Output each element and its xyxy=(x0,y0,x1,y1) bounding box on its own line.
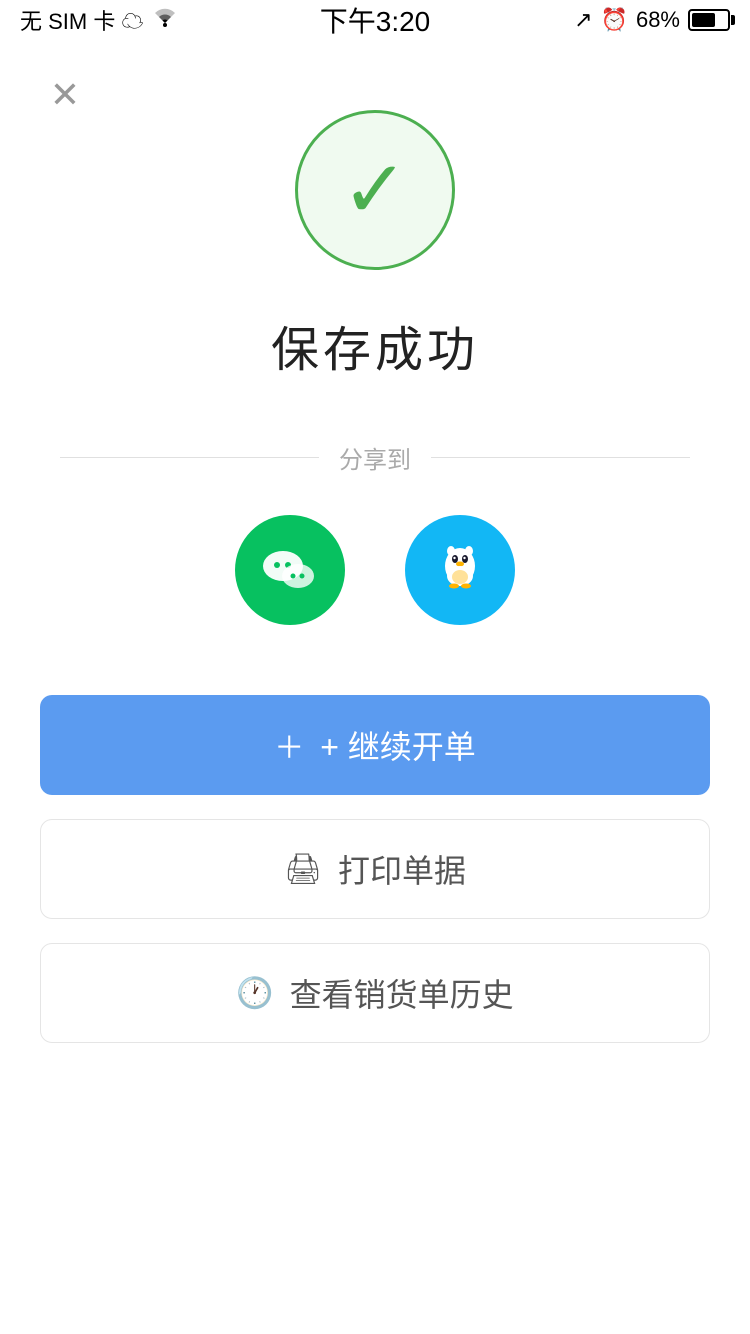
close-button[interactable]: ✕ xyxy=(40,70,90,120)
history-button[interactable]: 🕐 查看销货单历史 xyxy=(40,943,710,1043)
clock-icon: 🕐 xyxy=(236,976,273,1011)
main-content: ✕ ✓ 保存成功 分享到 xyxy=(0,40,750,1334)
share-icons-row xyxy=(235,515,515,625)
wifi-icon xyxy=(151,7,179,33)
print-label: 打印单据 xyxy=(338,846,466,892)
checkmark-icon: ✓ xyxy=(341,150,408,230)
close-icon: ✕ xyxy=(50,77,80,113)
status-left: 无 SIM 卡 ☁ xyxy=(20,4,179,36)
success-title: 保存成功 xyxy=(271,310,479,380)
qq-icon xyxy=(430,540,490,600)
plus-icon: ＋ xyxy=(274,723,304,767)
wechat-share-button[interactable] xyxy=(235,515,345,625)
action-buttons: ＋ + 继续开单 🖨 打印单据 🕐 查看销货单历史 xyxy=(0,695,750,1043)
continue-button[interactable]: ＋ + 继续开单 xyxy=(40,695,710,795)
battery-icon xyxy=(688,9,730,31)
share-divider: 分享到 xyxy=(0,440,750,475)
divider-left xyxy=(60,457,319,458)
qq-share-button[interactable] xyxy=(405,515,515,625)
no-sim-label: 无 SIM 卡 ☁ xyxy=(20,4,143,36)
location-icon: ↗ xyxy=(574,7,592,33)
continue-label: + 继续开单 xyxy=(320,722,476,768)
wechat-icon xyxy=(258,538,323,603)
share-label: 分享到 xyxy=(319,440,431,475)
print-button[interactable]: 🖨 打印单据 xyxy=(40,819,710,919)
alarm-icon: ⏰ xyxy=(601,7,628,33)
printer-icon: 🖨 xyxy=(284,852,322,887)
success-circle: ✓ xyxy=(295,110,455,270)
status-bar: 无 SIM 卡 ☁ 下午3:20 ↗ ⏰ 68% xyxy=(0,0,750,40)
status-right: ↗ ⏰ 68% xyxy=(574,7,730,33)
divider-right xyxy=(431,457,690,458)
history-label: 查看销货单历史 xyxy=(290,970,514,1016)
battery-percent: 68% xyxy=(636,7,680,33)
time-display: 下午3:20 xyxy=(320,0,431,40)
